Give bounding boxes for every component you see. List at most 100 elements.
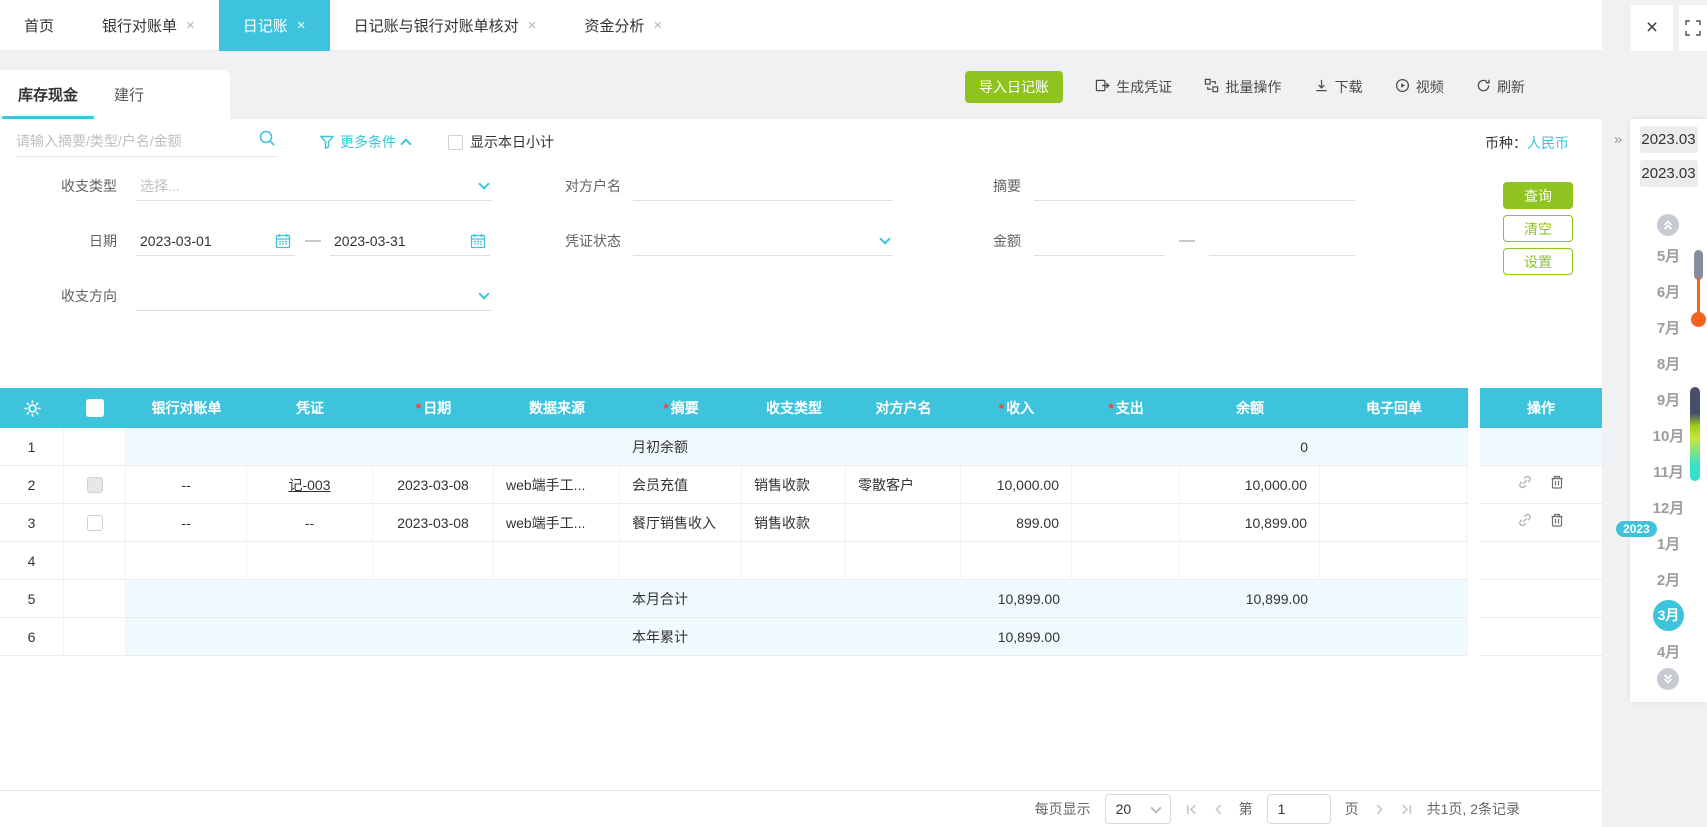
cell-income: 10,000.00	[961, 466, 1072, 504]
funnel-icon	[320, 135, 334, 149]
cell-value: 2023-03-08	[397, 514, 469, 531]
filter-date-from[interactable]: 2023-03-01	[136, 226, 295, 256]
filter-date-to[interactable]: 2023-03-31	[330, 226, 490, 256]
amount-range-separator: —	[1179, 232, 1195, 249]
cell-type	[742, 580, 846, 618]
column-header-label: 电子回单	[1366, 400, 1422, 416]
filter-status-select[interactable]	[633, 226, 893, 256]
generate-voucher-button[interactable]: 生成凭证	[1095, 77, 1172, 97]
row-checkbox[interactable]	[86, 476, 103, 493]
row-checkbox-cell	[64, 580, 126, 618]
account-tab[interactable]: 建行	[96, 70, 162, 119]
tab-close-icon[interactable]: ×	[297, 17, 306, 34]
tab-close-icon[interactable]: ×	[653, 17, 662, 34]
link-icon[interactable]	[1517, 512, 1533, 533]
cell-type	[742, 542, 846, 580]
cell-date	[373, 580, 494, 618]
link-icon[interactable]	[1517, 474, 1533, 495]
import-journal-button[interactable]: 导入日记账	[965, 71, 1063, 103]
page-suffix: 页	[1344, 801, 1359, 817]
year-badge: 2023	[1616, 521, 1657, 537]
cell-receipt	[1320, 618, 1468, 656]
month-item[interactable]: 8月	[1630, 345, 1707, 381]
fullscreen-button[interactable]	[1679, 5, 1707, 51]
window-tab[interactable]: 资金分析 ×	[560, 0, 686, 51]
page-size-select[interactable]: 20	[1104, 794, 1171, 824]
chevron-down-icon	[1149, 801, 1162, 814]
cell-date: 2023-03-08	[373, 466, 494, 504]
clear-button[interactable]: 清空	[1503, 215, 1573, 242]
trash-icon[interactable]	[1549, 512, 1565, 533]
prev-page-button[interactable]	[1212, 803, 1225, 816]
filter-amount-from[interactable]	[1034, 226, 1165, 256]
period-chip[interactable]: 2023.03	[1639, 126, 1698, 153]
cell-summary: 餐厅销售收入	[620, 504, 742, 542]
query-button[interactable]: 查询	[1503, 182, 1573, 209]
cell-value-link[interactable]: 记-003	[288, 475, 330, 495]
select-all-checkbox[interactable]	[86, 399, 104, 417]
currency-label: 币种：	[1485, 135, 1527, 151]
month-label: 3月	[1653, 599, 1684, 631]
table-row: 2 -- 记-003 2023-03-08 web端手工... 会员充值 销售收款 零散客户 1…	[0, 466, 1468, 504]
tab-close-icon[interactable]: ×	[186, 17, 195, 34]
column-header-label: 收支类型	[766, 400, 822, 416]
calendar-icon[interactable]	[275, 233, 291, 249]
window-tab[interactable]: 日记账 ×	[218, 0, 330, 51]
currency-value[interactable]: 人民币	[1527, 135, 1569, 151]
next-page-button[interactable]	[1373, 803, 1386, 816]
account-tab[interactable]: 库存现金	[0, 70, 96, 119]
cell-type: 销售收款	[742, 504, 846, 542]
window-tabs: 首页 银行对账单 × 日记账 × 日记账与银行对账单核对 × 资金分析 ×	[0, 0, 1707, 51]
panel-expand-button[interactable]: »	[1606, 123, 1630, 155]
window-tab[interactable]: 银行对账单 ×	[78, 0, 219, 51]
cell-voucher	[247, 542, 373, 580]
chevron-down-icon	[478, 288, 490, 300]
more-filters-toggle[interactable]: 更多条件	[320, 132, 412, 152]
daily-subtotal-checkbox[interactable]	[448, 134, 463, 150]
cell-receipt	[1320, 504, 1468, 542]
column-header-counterparty: 对方户名	[846, 388, 961, 428]
tab-close-icon[interactable]: ×	[528, 17, 537, 34]
page-number-input[interactable]: 1	[1266, 794, 1331, 824]
month-item[interactable]: 2月	[1630, 561, 1707, 597]
row-checkbox[interactable]	[86, 514, 103, 531]
window-tab[interactable]: 首页	[0, 0, 78, 51]
months-scroll-down-button[interactable]	[1657, 668, 1679, 690]
window-tab[interactable]: 日记账与银行对账单核对 ×	[330, 0, 561, 51]
scroll-marker-orange	[1691, 250, 1706, 331]
batch-operation-button[interactable]: 批量操作	[1204, 77, 1281, 97]
refresh-button[interactable]: 刷新	[1476, 77, 1525, 97]
video-button[interactable]: 视频	[1395, 77, 1444, 97]
month-item[interactable]: 4月	[1630, 633, 1707, 669]
column-header-source: 数据来源	[494, 388, 620, 428]
month-item[interactable]: 12月	[1630, 489, 1707, 525]
search-icon[interactable]	[258, 129, 276, 152]
window-tab-label: 资金分析	[584, 18, 645, 35]
cell-income: 10,899.00	[961, 580, 1072, 618]
cell-expense	[1072, 542, 1180, 580]
cell-date: 2023-03-08	[373, 504, 494, 542]
column-header-label: 收入	[1006, 400, 1035, 416]
filter-summary-input[interactable]	[1034, 171, 1355, 201]
filter-amount-to[interactable]	[1209, 226, 1355, 256]
period-chip[interactable]: 2023.03	[1639, 160, 1698, 187]
filter-type-select[interactable]: 选择...	[136, 171, 492, 201]
first-page-button[interactable]	[1185, 803, 1198, 816]
cell-value: 本月合计	[632, 590, 688, 607]
window-close-button[interactable]: ×	[1631, 5, 1673, 51]
column-header-receipt: 电子回单	[1320, 388, 1468, 428]
cell-value: --	[181, 514, 191, 531]
trash-icon[interactable]	[1549, 474, 1565, 495]
months-scroll-up-button[interactable]	[1657, 214, 1679, 236]
column-settings-gear-icon[interactable]	[0, 388, 64, 428]
settings-button[interactable]: 设置	[1503, 248, 1573, 275]
last-page-button[interactable]	[1400, 803, 1413, 816]
month-item[interactable]: 3月	[1630, 597, 1707, 633]
filter-counterparty-input[interactable]	[633, 171, 893, 201]
calendar-icon[interactable]	[470, 233, 486, 249]
search-input[interactable]	[16, 132, 258, 149]
filter-date-label: 日期	[89, 233, 117, 249]
download-button[interactable]: 下载	[1314, 77, 1363, 97]
filter-direction-select[interactable]	[136, 281, 492, 311]
daily-subtotal-toggle[interactable]: 显示本日小计	[448, 132, 554, 152]
